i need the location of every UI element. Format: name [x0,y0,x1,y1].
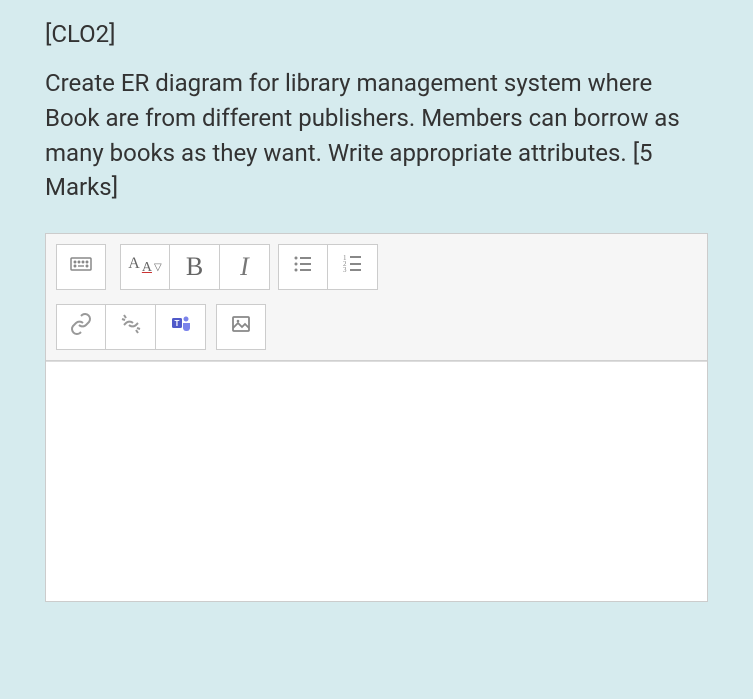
unlink-icon [119,312,143,342]
image-icon [229,312,253,342]
question-body: Create ER diagram for library management… [45,66,708,205]
editor-content-area[interactable] [46,361,707,601]
bullet-list-button[interactable] [278,244,328,290]
rich-text-editor: A A ▽ B I [45,233,708,602]
font-style-button[interactable]: A A ▽ [120,244,170,290]
italic-icon: I [240,252,249,282]
link-icon [69,312,93,342]
link-button[interactable] [56,304,106,350]
numbered-list-button[interactable]: 1 2 3 [328,244,378,290]
list-group: 1 2 3 [278,244,378,290]
svg-text:T: T [174,319,179,328]
bullet-list-icon [291,252,315,282]
keyboard-icon [69,252,93,282]
bold-button[interactable]: B [170,244,220,290]
image-button[interactable] [216,304,266,350]
italic-button[interactable]: I [220,244,270,290]
svg-text:3: 3 [343,266,347,274]
numbered-list-icon: 1 2 3 [341,252,365,282]
teams-button[interactable]: T [156,304,206,350]
font-icon: A A ▽ [128,258,161,276]
editor-toolbar: A A ▽ B I [46,234,707,361]
unlink-button[interactable] [106,304,156,350]
teams-icon: T [169,312,193,342]
keyboard-button[interactable] [56,244,106,290]
font-format-group: A A ▽ B I [120,244,270,290]
bold-icon: B [186,252,203,282]
question-tag: [CLO2] [45,20,708,48]
insert-group: T [56,304,697,350]
